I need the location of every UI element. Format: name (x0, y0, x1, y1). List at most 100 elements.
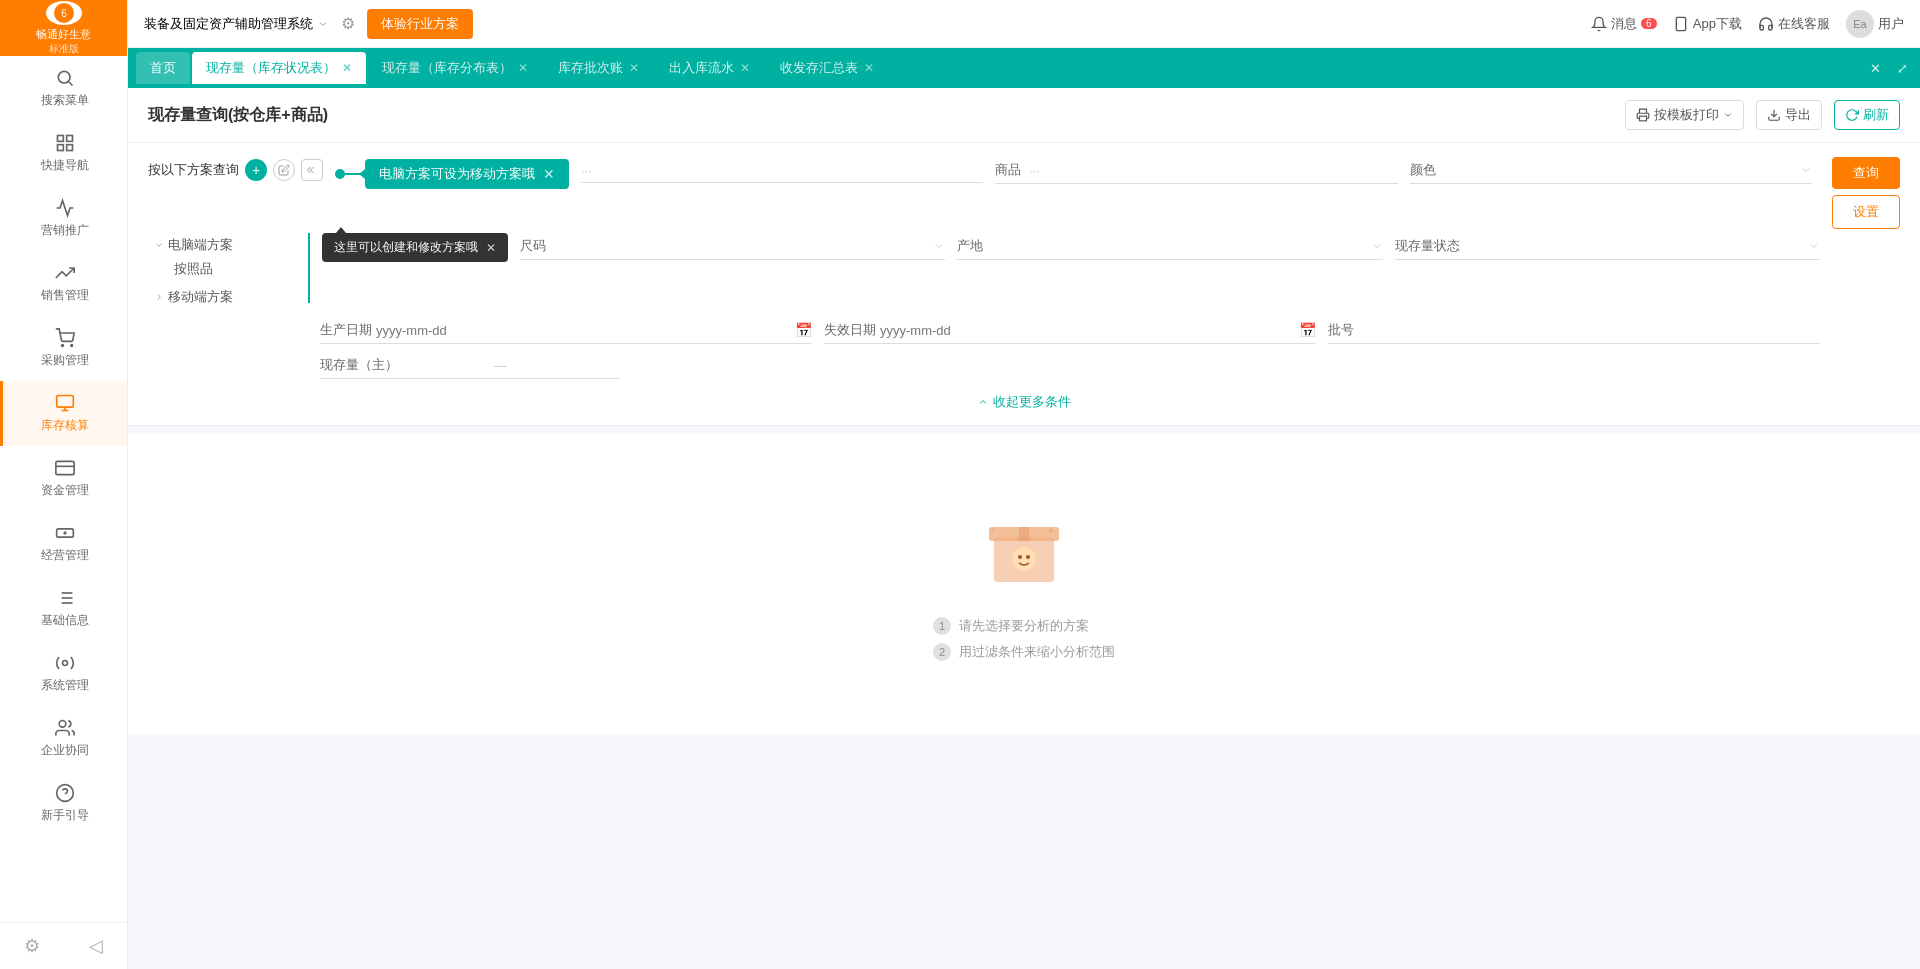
stock-qty-dash: — (494, 358, 507, 373)
notification-label: 消息 (1611, 15, 1637, 33)
sidebar-bottom: ⚙ ◁ (0, 922, 127, 969)
tab-batch-account-close[interactable]: ✕ (629, 61, 639, 75)
main-content: ✦ ✦ 1 请先选择要分析的方案 2 用过滤条件来缩小分析范围 (128, 434, 1920, 734)
stock-qty-max[interactable] (515, 358, 595, 373)
notification-icon (1591, 16, 1607, 32)
tab-inventory-status[interactable]: 现存量（库存状况表） ✕ (192, 52, 366, 84)
filter-fields-grid: 尺码 产地 现存量状态 (520, 233, 1820, 260)
color-dropdown-icon[interactable] (1800, 164, 1812, 176)
add-scenario-btn[interactable]: + (245, 159, 267, 181)
desktop-scenario-item-1[interactable]: 按照品 (168, 257, 300, 281)
step-1-text: 请先选择要分析的方案 (959, 617, 1089, 635)
tab-bar-actions: ✕ ⤢ (1866, 57, 1912, 80)
system-name: 装备及固定资产辅助管理系统 (144, 15, 313, 33)
user-item[interactable]: Ea 用户 (1846, 10, 1904, 38)
tab-batch-account[interactable]: 库存批次账 ✕ (544, 52, 653, 84)
sidebar-item-system[interactable]: 系统管理 (0, 641, 127, 706)
sidebar-item-marketing[interactable]: 营销推广 (0, 186, 127, 251)
expire-date-input[interactable] (880, 323, 1295, 338)
tab-inout-flow[interactable]: 出入库流水 ✕ (655, 52, 764, 84)
btn-group: 查询 设置 (1832, 157, 1900, 229)
sidebar-item-guide[interactable]: 新手引导 (0, 771, 127, 836)
expire-date-calendar-icon[interactable]: 📅 (1299, 322, 1316, 338)
color-label: 颜色 (1410, 161, 1440, 179)
tab-home-label: 首页 (150, 59, 176, 77)
settings-header-icon[interactable]: ⚙ (341, 14, 355, 33)
tab-inventory-dist-close[interactable]: ✕ (518, 61, 528, 75)
filter-row4: 现存量（主） — (148, 352, 1900, 379)
stock-qty-min[interactable] (406, 358, 486, 373)
expire-date-label: 失效日期 (824, 321, 876, 339)
tab-expand-btn[interactable]: ⤢ (1893, 57, 1912, 80)
industry-btn[interactable]: 体验行业方案 (367, 9, 473, 39)
template-print-btn[interactable]: 按模板打印 (1625, 100, 1744, 130)
main-area: 装备及固定资产辅助管理系统 ⚙ 体验行业方案 消息 6 App下载 在线客服 (128, 0, 1920, 969)
sidebar-item-operations[interactable]: 经营管理 (0, 511, 127, 576)
tab-close-all-btn[interactable]: ✕ (1866, 57, 1885, 80)
app-download-label: App下载 (1693, 15, 1742, 33)
svg-line-3 (69, 82, 73, 86)
prod-date-input[interactable] (376, 323, 791, 338)
svg-point-23 (59, 721, 66, 728)
nav-sales-label: 销售管理 (41, 287, 89, 304)
origin-label: 产地 (957, 237, 987, 255)
collapse-label: 收起更多条件 (993, 393, 1071, 411)
svg-rect-26 (1676, 17, 1685, 30)
prod-date-calendar-icon[interactable]: 📅 (795, 322, 812, 338)
origin-dropdown-icon[interactable] (1371, 240, 1383, 252)
export-btn[interactable]: 导出 (1756, 100, 1822, 130)
desktop-scenario-label: 电脑端方案 (168, 236, 233, 254)
back-btn[interactable] (301, 159, 323, 181)
tab-batch-account-label: 库存批次账 (558, 59, 623, 77)
tab-inventory-dist[interactable]: 现存量（库存分布表） ✕ (368, 52, 542, 84)
empty-steps: 1 请先选择要分析的方案 2 用过滤条件来缩小分析范围 (933, 617, 1115, 661)
batch-no-input[interactable] (1362, 323, 1820, 338)
edit-tooltip-close[interactable]: ✕ (486, 241, 496, 255)
export-icon (1767, 108, 1781, 122)
refresh-btn[interactable]: 刷新 (1834, 100, 1900, 130)
brand-version: 标准版 (49, 42, 79, 56)
svg-point-34 (1018, 555, 1022, 559)
empty-svg: ✦ ✦ (974, 507, 1074, 597)
system-name-selector[interactable]: 装备及固定资产辅助管理系统 (144, 15, 329, 33)
svg-point-2 (58, 71, 70, 83)
tab-home[interactable]: 首页 (136, 52, 190, 84)
sidebar-item-quicknav[interactable]: 快捷导航 (0, 121, 127, 186)
size-dropdown-icon[interactable] (933, 240, 945, 252)
tab-inout-flow-close[interactable]: ✕ (740, 61, 750, 75)
warehouse-dots[interactable]: ··· (581, 163, 592, 178)
sidebar-item-enterprise[interactable]: 企业协同 (0, 706, 127, 771)
tab-inventory-status-close[interactable]: ✕ (342, 61, 352, 75)
svg-point-8 (62, 345, 64, 347)
sidebar-item-sales[interactable]: 销售管理 (0, 251, 127, 316)
sidebar-item-purchase[interactable]: 采购管理 (0, 316, 127, 381)
filter-label: 按以下方案查询 (148, 161, 239, 179)
stock-status-dropdown-icon[interactable] (1808, 240, 1820, 252)
mobile-scenario-header[interactable]: 移动端方案 (148, 285, 300, 309)
notification-item[interactable]: 消息 6 (1591, 15, 1657, 33)
svg-text:✦: ✦ (989, 525, 996, 534)
collapse-icon[interactable]: ◁ (89, 935, 103, 957)
query-btn[interactable]: 查询 (1832, 157, 1900, 189)
avatar-text: Ea (1853, 18, 1866, 30)
desktop-scenario-header[interactable]: 电脑端方案 (148, 233, 300, 257)
avatar: Ea (1846, 10, 1874, 38)
sidebar-item-search[interactable]: 搜索菜单 (0, 56, 127, 121)
online-service-label: 在线客服 (1778, 15, 1830, 33)
scenario-tooltip-close[interactable]: ✕ (543, 166, 555, 182)
app-download-item[interactable]: App下载 (1673, 15, 1742, 33)
empty-img: ✦ ✦ (974, 507, 1074, 597)
tab-collect-summary-close[interactable]: ✕ (864, 61, 874, 75)
sidebar-item-inventory[interactable]: 库存核算 (0, 381, 127, 446)
tab-collect-summary[interactable]: 收发存汇总表 ✕ (766, 52, 888, 84)
sidebar-item-finance[interactable]: 资金管理 (0, 446, 127, 511)
edit-scenario-btn[interactable] (273, 159, 295, 181)
sidebar-item-basic[interactable]: 基础信息 (0, 576, 127, 641)
stock-status-label: 现存量状态 (1395, 237, 1465, 255)
goods-dots[interactable]: ··· (1029, 163, 1040, 178)
collapse-row[interactable]: 收起更多条件 (148, 387, 1900, 417)
prod-date-label: 生产日期 (320, 321, 372, 339)
online-service-item[interactable]: 在线客服 (1758, 15, 1830, 33)
settings-icon[interactable]: ⚙ (24, 935, 40, 957)
setup-btn[interactable]: 设置 (1832, 195, 1900, 229)
